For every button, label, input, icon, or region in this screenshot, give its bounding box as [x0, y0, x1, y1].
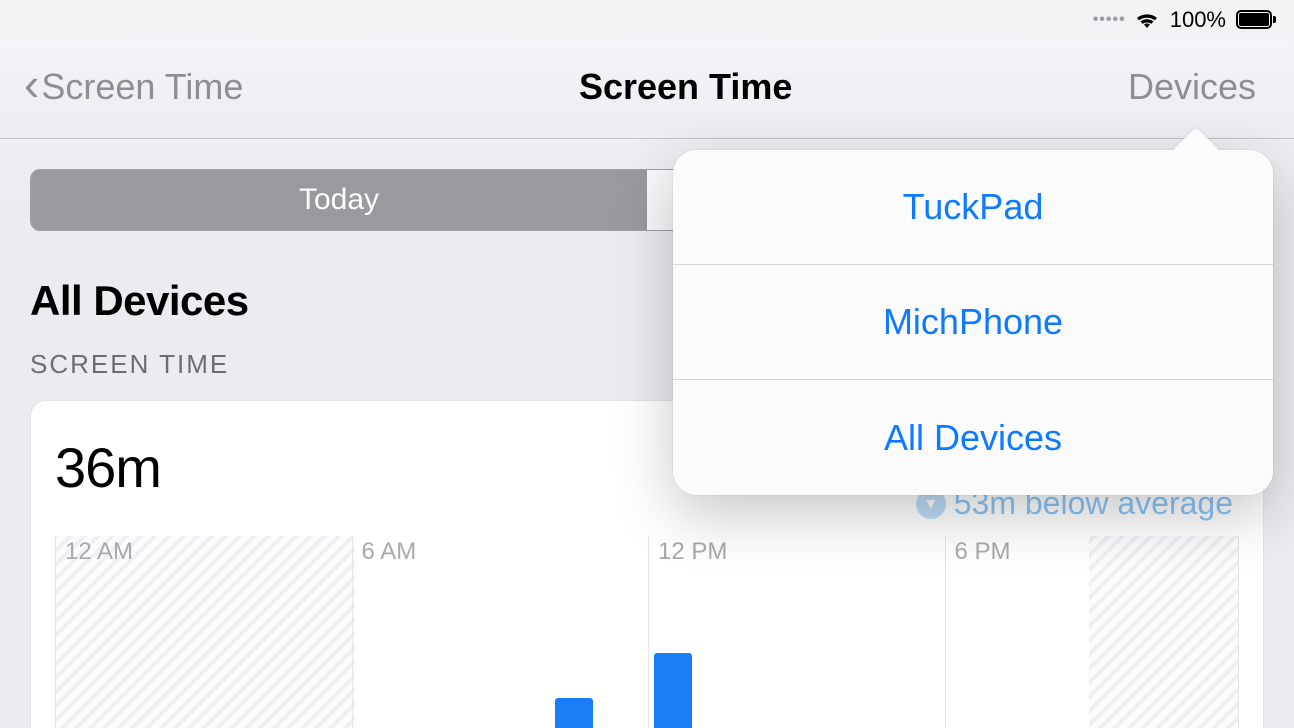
- axis-tick-label: 6 PM: [955, 538, 1011, 566]
- grid-line: [352, 536, 353, 728]
- axis-tick-label: 6 AM: [362, 538, 417, 566]
- back-label: Screen Time: [41, 66, 243, 108]
- status-bar: ••••• 100%: [0, 0, 1294, 36]
- axis-tick-label: 12 PM: [658, 538, 727, 566]
- cellular-dots-icon: •••••: [1093, 11, 1126, 29]
- grid-line: [648, 536, 649, 728]
- battery-percent: 100%: [1170, 7, 1226, 33]
- segment-today[interactable]: Today: [31, 170, 647, 230]
- bar: [555, 698, 593, 728]
- hourly-chart: 12 AM 6 AM 12 PM 6 PM: [55, 536, 1239, 728]
- chevron-left-icon: ‹: [24, 61, 39, 107]
- nav-bar: ‹ Screen Time Screen Time Devices: [0, 36, 1294, 139]
- bars-container: [55, 572, 1239, 728]
- popover-item-michphone[interactable]: MichPhone: [673, 265, 1273, 380]
- grid-line: [55, 536, 56, 728]
- popover-item-tuckpad[interactable]: TuckPad: [673, 150, 1273, 265]
- axis-tick-label: 12 AM: [65, 538, 133, 566]
- page-title: Screen Time: [579, 66, 792, 108]
- back-button[interactable]: ‹ Screen Time: [24, 66, 243, 108]
- devices-button[interactable]: Devices: [1128, 66, 1256, 108]
- popover-item-all-devices[interactable]: All Devices: [673, 380, 1273, 495]
- grid-line: [945, 536, 946, 728]
- wifi-icon: [1134, 10, 1160, 30]
- bar: [654, 653, 692, 728]
- battery-icon: [1236, 10, 1276, 30]
- devices-popover: TuckPad MichPhone All Devices: [673, 150, 1273, 495]
